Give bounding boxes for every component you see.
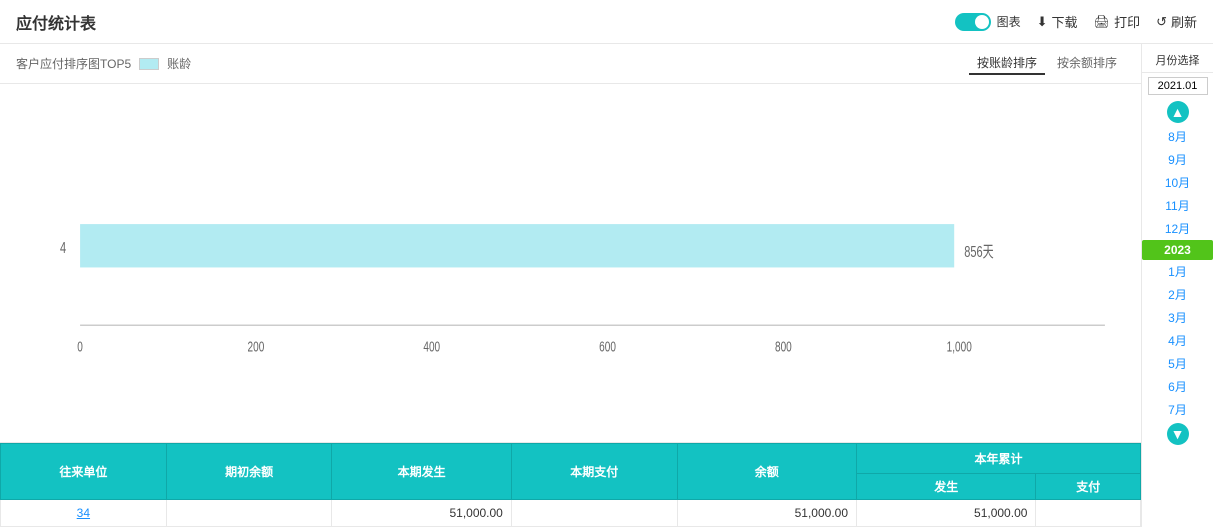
month-5[interactable]: 5月 bbox=[1142, 352, 1213, 375]
chart-legend: 客户应付排序图TOP5 账龄 bbox=[16, 55, 191, 72]
print-icon: 🖨 bbox=[1094, 14, 1111, 30]
data-table: 往来单位 期初余额 本期发生 本期支付 余额 本年累计 发生 支付 bbox=[0, 442, 1141, 527]
cell-opening bbox=[166, 500, 332, 527]
sort-by-balance-button[interactable]: 按账龄排序 bbox=[969, 52, 1045, 75]
refresh-button[interactable]: ↺ 刷新 bbox=[1156, 12, 1197, 31]
print-button[interactable]: 🖨 打印 bbox=[1094, 12, 1141, 31]
year-input[interactable] bbox=[1148, 77, 1208, 95]
print-label: 打印 bbox=[1114, 12, 1140, 31]
month-2[interactable]: 2月 bbox=[1142, 283, 1213, 306]
table-row: 34 51,000.00 51,000.00 51,000.00 bbox=[1, 500, 1141, 527]
download-label: 下载 bbox=[1052, 12, 1078, 31]
legend-box bbox=[139, 58, 159, 70]
month-list: 8月 9月 10月 11月 12月 2023 1月 2月 3月 4月 5月 6月… bbox=[1142, 125, 1213, 421]
page-title: 应付统计表 bbox=[16, 10, 955, 34]
month-1[interactable]: 1月 bbox=[1142, 260, 1213, 283]
cell-ytd-occurrence: 51,000.00 bbox=[857, 500, 1036, 527]
year-badge-2023[interactable]: 2023 bbox=[1142, 240, 1213, 260]
col-current-occurrence: 本期发生 bbox=[332, 444, 511, 500]
download-icon: ⬇ bbox=[1037, 14, 1048, 30]
month-6[interactable]: 6月 bbox=[1142, 375, 1213, 398]
col-vendor: 往来单位 bbox=[1, 444, 167, 500]
svg-text:856天: 856天 bbox=[964, 243, 994, 260]
month-12[interactable]: 12月 bbox=[1142, 217, 1213, 240]
col-ytd-payment: 支付 bbox=[1036, 474, 1141, 500]
bar-chart: 34 856天 0 200 400 600 800 1,000 bbox=[60, 94, 1125, 412]
svg-text:800: 800 bbox=[775, 339, 792, 355]
col-opening: 期初余额 bbox=[166, 444, 332, 500]
toggle-label: 图表 bbox=[997, 13, 1021, 30]
vendor-link[interactable]: 34 bbox=[77, 506, 90, 520]
month-4[interactable]: 4月 bbox=[1142, 329, 1213, 352]
download-button[interactable]: ⬇ 下载 bbox=[1037, 12, 1078, 31]
cell-vendor: 34 bbox=[1, 500, 167, 527]
month-sidebar: 月份选择 ▲ 8月 9月 10月 11月 12月 2023 1月 2月 3月 4… bbox=[1141, 44, 1213, 527]
sort-by-amount-button[interactable]: 按余额排序 bbox=[1049, 52, 1125, 75]
bar bbox=[80, 224, 954, 267]
month-7[interactable]: 7月 bbox=[1142, 398, 1213, 421]
svg-text:600: 600 bbox=[599, 339, 616, 355]
month-9[interactable]: 9月 bbox=[1142, 148, 1213, 171]
month-3[interactable]: 3月 bbox=[1142, 306, 1213, 329]
month-11[interactable]: 11月 bbox=[1142, 194, 1213, 217]
month-10[interactable]: 10月 bbox=[1142, 171, 1213, 194]
month-8[interactable]: 8月 bbox=[1142, 125, 1213, 148]
svg-text:200: 200 bbox=[248, 339, 265, 355]
legend-title: 客户应付排序图TOP5 bbox=[16, 55, 131, 72]
chart-toggle[interactable]: 图表 bbox=[955, 13, 1021, 31]
toggle-switch[interactable] bbox=[955, 13, 991, 31]
col-current-payment: 本期支付 bbox=[511, 444, 677, 500]
chart-canvas: 34 856天 0 200 400 600 800 1,000 bbox=[0, 84, 1141, 442]
cell-current-occurrence: 51,000.00 bbox=[332, 500, 511, 527]
cell-current-payment bbox=[511, 500, 677, 527]
scroll-down-button[interactable]: ▼ bbox=[1167, 423, 1189, 445]
col-ytd: 本年累计 bbox=[857, 444, 1141, 474]
cell-balance: 51,000.00 bbox=[677, 500, 856, 527]
sidebar-title: 月份选择 bbox=[1142, 48, 1213, 73]
legend-box-label: 账龄 bbox=[167, 55, 191, 72]
col-balance: 余额 bbox=[677, 444, 856, 500]
svg-text:1,000: 1,000 bbox=[947, 339, 972, 355]
refresh-label: 刷新 bbox=[1171, 12, 1197, 31]
svg-text:0: 0 bbox=[77, 339, 83, 355]
refresh-icon: ↺ bbox=[1156, 14, 1167, 30]
svg-text:34: 34 bbox=[60, 239, 66, 256]
col-ytd-occurrence: 发生 bbox=[857, 474, 1036, 500]
cell-ytd-payment bbox=[1036, 500, 1141, 527]
svg-text:400: 400 bbox=[423, 339, 440, 355]
scroll-up-button[interactable]: ▲ bbox=[1167, 101, 1189, 123]
